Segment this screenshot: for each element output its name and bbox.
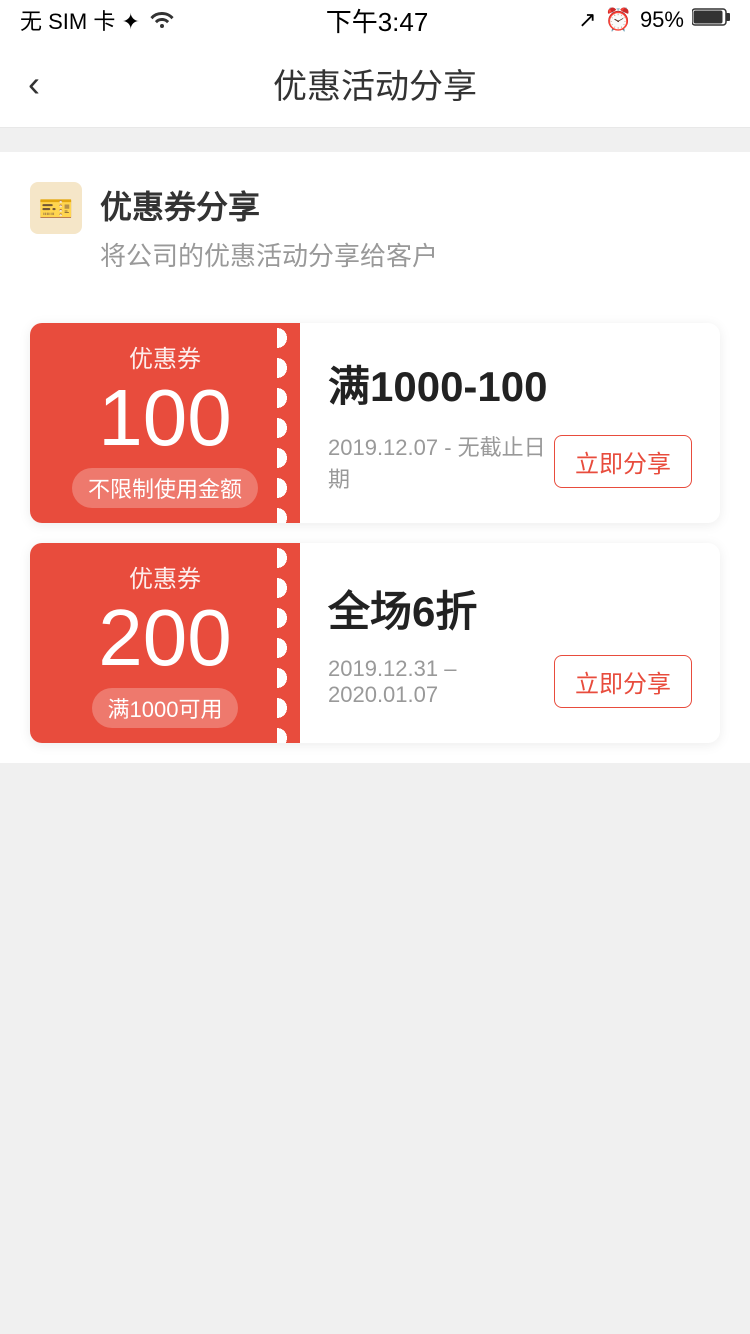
share-button-2[interactable]: 立即分享 [554, 655, 692, 708]
alarm-icon: ⏰ [605, 7, 632, 33]
battery-text: 95% [640, 7, 684, 33]
coupon-name-2: 全场6折 [328, 578, 692, 639]
coupon-left-1: 优惠券 100 不限制使用金额 [30, 323, 300, 523]
coupon-bottom-1: 2019.12.07 - 无截止日期 立即分享 [328, 430, 692, 494]
back-button[interactable]: ‹ [28, 63, 40, 105]
section-gap-top [0, 128, 750, 152]
page-title: 优惠活动分享 [273, 59, 477, 108]
location-icon: ↗ [578, 7, 596, 33]
nav-bar: ‹ 优惠活动分享 [0, 40, 750, 128]
coupon-label-1: 优惠券 [129, 339, 201, 374]
header-subtitle: 将公司的优惠活动分享给客户 [100, 236, 438, 273]
header-text: 优惠券分享 将公司的优惠活动分享给客户 [100, 182, 438, 273]
coupon-date-2: 2019.12.31 – 2020.01.07 [328, 656, 554, 708]
battery-icon [692, 7, 730, 33]
header-section: 🎫 优惠券分享 将公司的优惠活动分享给客户 [0, 152, 750, 303]
wifi-icon [148, 6, 176, 34]
status-left: 无 SIM 卡 ✦ [20, 4, 176, 36]
share-button-1[interactable]: 立即分享 [554, 435, 692, 488]
coupon-list: 优惠券 100 不限制使用金额 满1000-100 2019.12.07 - 无… [0, 303, 750, 763]
header-title: 优惠券分享 [100, 182, 438, 228]
no-sim-text: 无 SIM 卡 ✦ [20, 4, 140, 36]
status-bar: 无 SIM 卡 ✦ 下午3:47 ↗ ⏰ 95% [0, 0, 750, 40]
coupon-name-1: 满1000-100 [328, 353, 692, 414]
coupon-right-2: 全场6折 2019.12.31 – 2020.01.07 立即分享 [300, 543, 720, 743]
svg-text:🎫: 🎫 [39, 193, 74, 224]
coupon-share-icon: 🎫 [30, 182, 82, 234]
coupon-condition-2: 满1000可用 [92, 688, 239, 728]
coupon-card-1: 优惠券 100 不限制使用金额 满1000-100 2019.12.07 - 无… [30, 323, 720, 523]
coupon-condition-1: 不限制使用金额 [72, 468, 258, 508]
coupon-label-2: 优惠券 [129, 559, 201, 594]
coupon-card-2: 优惠券 200 满1000可用 全场6折 2019.12.31 – 2020.0… [30, 543, 720, 743]
status-time: 下午3:47 [326, 2, 429, 39]
bottom-empty-area [0, 763, 750, 1313]
coupon-amount-1: 100 [98, 378, 231, 458]
coupon-amount-2: 200 [98, 598, 231, 678]
coupon-left-2: 优惠券 200 满1000可用 [30, 543, 300, 743]
coupon-bottom-2: 2019.12.31 – 2020.01.07 立即分享 [328, 655, 692, 708]
status-right: ↗ ⏰ 95% [578, 7, 730, 33]
coupon-date-1: 2019.12.07 - 无截止日期 [328, 430, 554, 494]
coupon-right-1: 满1000-100 2019.12.07 - 无截止日期 立即分享 [300, 323, 720, 523]
